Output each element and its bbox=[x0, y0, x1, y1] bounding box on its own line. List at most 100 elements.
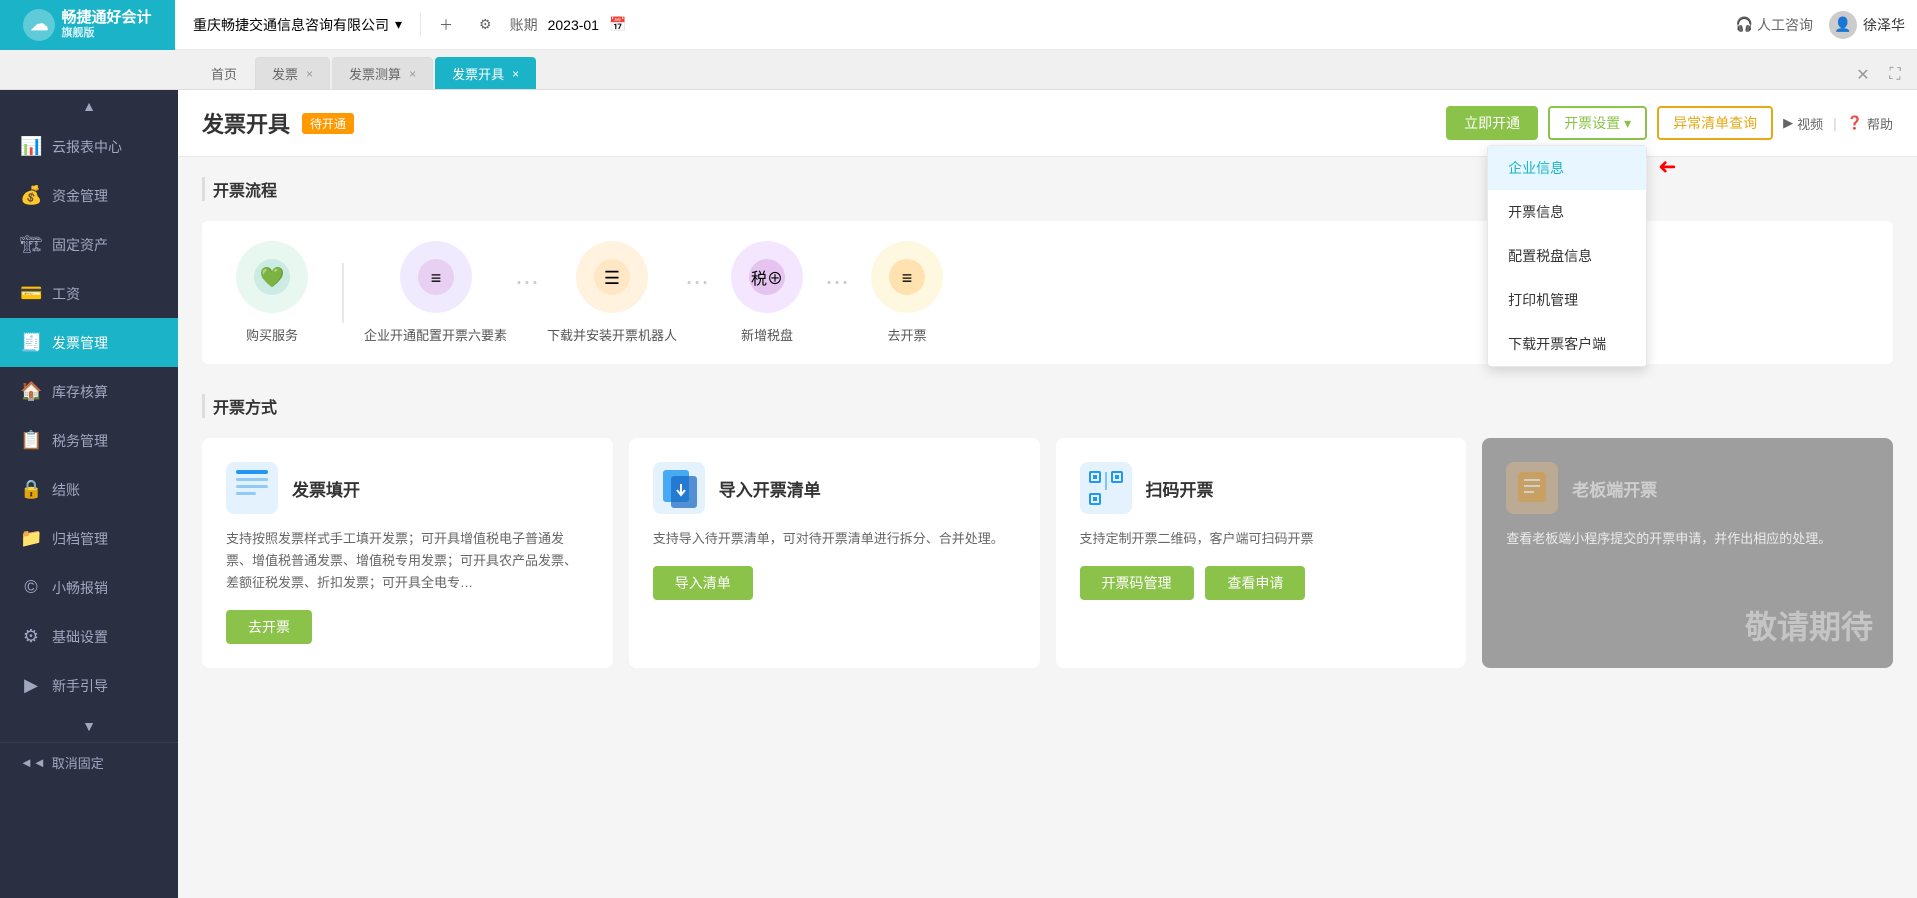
sidebar-item-label: 固定资产 bbox=[52, 235, 108, 255]
scroll-down-button[interactable]: ▼ bbox=[0, 710, 178, 742]
card-header-boss: 老板端开票 bbox=[1506, 462, 1869, 514]
sidebar-item-report[interactable]: © 小畅报销 bbox=[0, 563, 178, 612]
logo: ☁ 畅捷通好会计 旗舰版 bbox=[0, 0, 175, 50]
import-list-button[interactable]: 导入清单 bbox=[653, 566, 753, 600]
add-button[interactable]: ＋ bbox=[431, 11, 461, 39]
method-card-scan: 扫码开票 支持定制开票二维码，客户端可扫码开票 开票码管理 查看申请 bbox=[1056, 438, 1467, 668]
calendar-icon[interactable]: 📅 bbox=[609, 16, 626, 33]
svg-text:≡: ≡ bbox=[902, 268, 913, 288]
step-icon-buy: 💚 bbox=[236, 241, 308, 313]
tab-invoice-calc[interactable]: 发票测算 × bbox=[332, 57, 433, 89]
sidebar-item-invoice[interactable]: 🧾 发票管理 bbox=[0, 318, 178, 367]
qr-manage-button[interactable]: 开票码管理 bbox=[1080, 566, 1194, 600]
card-title-boss: 老板端开票 bbox=[1572, 476, 1657, 501]
user-info[interactable]: 👤 徐泽华 bbox=[1829, 11, 1905, 39]
card-desc-import: 支持导入待开票清单，可对待开票清单进行拆分、合并处理。 bbox=[653, 528, 1016, 550]
cancel-icon: ◄◄ bbox=[20, 755, 46, 770]
help-button[interactable]: ❓ 帮助 bbox=[1847, 114, 1893, 133]
sidebar-item-label: 税务管理 bbox=[52, 431, 108, 451]
tab-home-label: 首页 bbox=[211, 64, 237, 83]
sidebar-item-label: 发票管理 bbox=[52, 333, 108, 353]
logo-sub: 旗舰版 bbox=[61, 27, 151, 40]
close-window-button[interactable]: ✕ bbox=[1849, 61, 1877, 89]
tab-home[interactable]: 首页 bbox=[195, 57, 253, 89]
sidebar-item-funds[interactable]: 💰 资金管理 bbox=[0, 171, 178, 220]
archive-icon: 📁 bbox=[20, 528, 42, 549]
sidebar-item-archive[interactable]: 📁 归档管理 bbox=[0, 514, 178, 563]
guide-icon: ▶ bbox=[20, 675, 42, 696]
svg-text:☰: ☰ bbox=[604, 268, 620, 288]
card-icon-scan bbox=[1080, 462, 1132, 514]
card-header-import: 导入开票清单 bbox=[653, 462, 1016, 514]
divider1 bbox=[420, 13, 421, 37]
plus-icon: ＋ bbox=[439, 15, 453, 35]
page-title-row: 发票开具 待开通 bbox=[202, 107, 354, 155]
video-button[interactable]: ▶ 视频 bbox=[1783, 114, 1823, 133]
exception-button[interactable]: 异常清单查询 bbox=[1657, 106, 1773, 140]
company-name: 重庆畅捷交通信息咨询有限公司 bbox=[193, 15, 389, 35]
tab-invoice-issue[interactable]: 发票开具 × bbox=[435, 57, 536, 89]
card-icon-fill bbox=[226, 462, 278, 514]
video-label: 视频 bbox=[1797, 114, 1823, 133]
sidebar-item-inventory[interactable]: 🏠 库存核算 bbox=[0, 367, 178, 416]
fixed-assets-icon: 🏗 bbox=[20, 234, 42, 255]
dropdown-item-label: 开票信息 bbox=[1508, 204, 1564, 220]
sidebar-item-tax[interactable]: 📋 税务管理 bbox=[0, 416, 178, 465]
service-button[interactable]: 🎧 人工咨询 bbox=[1736, 15, 1813, 35]
flow-step-invoice: ≡ 去开票 bbox=[857, 241, 957, 344]
flow-step-buy: 💚 购买服务 bbox=[222, 241, 322, 344]
step-label-download: 下载并安装开票机器人 bbox=[547, 325, 677, 344]
dropdown-item-label: 配置税盘信息 bbox=[1508, 248, 1592, 264]
card-header-scan: 扫码开票 bbox=[1080, 462, 1443, 514]
company-selector[interactable]: 重庆畅捷交通信息咨询有限公司 ▾ bbox=[185, 11, 410, 39]
close-icon[interactable]: × bbox=[409, 67, 416, 81]
sidebar-item-settings[interactable]: ⚙ 基础设置 bbox=[0, 612, 178, 661]
close-icon[interactable]: × bbox=[306, 67, 313, 81]
status-badge: 待开通 bbox=[302, 113, 354, 134]
sidebar-item-account[interactable]: 🔒 结账 bbox=[0, 465, 178, 514]
svg-text:税⊕: 税⊕ bbox=[751, 270, 783, 288]
dropdown-item-tax-config[interactable]: 配置税盘信息 bbox=[1488, 234, 1646, 278]
activate-button[interactable]: 立即开通 bbox=[1446, 106, 1538, 140]
method-card-import: 导入开票清单 支持导入待开票清单，可对待开票清单进行拆分、合并处理。 导入清单 bbox=[629, 438, 1040, 668]
step-icon-invoice: ≡ bbox=[871, 241, 943, 313]
settings-dropdown-button[interactable]: 开票设置 ▾ bbox=[1548, 106, 1647, 140]
close-icon[interactable]: × bbox=[512, 67, 519, 81]
help-icon: ❓ bbox=[1847, 115, 1863, 131]
sidebar-item-label: 云报表中心 bbox=[52, 137, 122, 157]
tab-invoice[interactable]: 发票 × bbox=[255, 57, 330, 89]
maximize-button[interactable]: ⛶ bbox=[1881, 61, 1909, 89]
logo-text: 畅捷通好会计 旗舰版 bbox=[61, 9, 151, 40]
dropdown-item-company-info[interactable]: 企业信息 bbox=[1488, 146, 1646, 190]
settings-button[interactable]: ⚙ bbox=[471, 12, 500, 37]
cancel-fixed-button[interactable]: ◄◄ 取消固定 bbox=[0, 742, 178, 782]
sidebar-item-fixed-assets[interactable]: 🏗 固定资产 bbox=[0, 220, 178, 269]
scroll-up-button[interactable]: ▲ bbox=[0, 90, 178, 122]
btn-settings-label: 开票设置 bbox=[1564, 113, 1620, 133]
sidebar-item-label: 基础设置 bbox=[52, 627, 108, 647]
method-cards: 发票填开 支持按照发票样式手工填开发票；可开具增值税电子普通发票、增值税普通发票… bbox=[202, 438, 1893, 668]
dropdown-item-printer[interactable]: 打印机管理 bbox=[1488, 278, 1646, 322]
tab-invoice-calc-label: 发票测算 bbox=[349, 64, 401, 83]
card-desc-fill: 支持按照发票样式手工填开发票；可开具增值税电子普通发票、增值税普通发票、增值税专… bbox=[226, 528, 589, 594]
flow-arrow2: ⋯ bbox=[515, 268, 539, 317]
dropdown-item-download-client[interactable]: 下载开票客户端 bbox=[1488, 322, 1646, 366]
step-icon-download: ☰ bbox=[576, 241, 648, 313]
dropdown-item-label: 打印机管理 bbox=[1508, 292, 1578, 308]
cancel-label: 取消固定 bbox=[52, 753, 104, 772]
go-invoice-button[interactable]: 去开票 bbox=[226, 610, 312, 644]
card-icon-boss bbox=[1506, 462, 1558, 514]
sidebar-item-cloud-report[interactable]: 📊 云报表中心 bbox=[0, 122, 178, 171]
flow-step-download: ☰ 下载并安装开票机器人 bbox=[547, 241, 677, 344]
sidebar-item-payroll[interactable]: 💳 工资 bbox=[0, 269, 178, 318]
view-apply-button[interactable]: 查看申请 bbox=[1205, 566, 1305, 600]
avatar: 👤 bbox=[1829, 11, 1857, 39]
dropdown-item-invoice-info[interactable]: 开票信息 bbox=[1488, 190, 1646, 234]
sidebar-item-guide[interactable]: ▶ 新手引导 bbox=[0, 661, 178, 710]
step-label-configure: 企业开通配置开票六要素 bbox=[364, 325, 507, 344]
play-icon: ▶ bbox=[1783, 115, 1793, 131]
tab-invoice-label: 发票 bbox=[272, 64, 298, 83]
chevron-down-icon: ▾ bbox=[395, 16, 402, 33]
dropdown-item-label: 企业信息 bbox=[1508, 160, 1564, 176]
card-icon-import bbox=[653, 462, 705, 514]
